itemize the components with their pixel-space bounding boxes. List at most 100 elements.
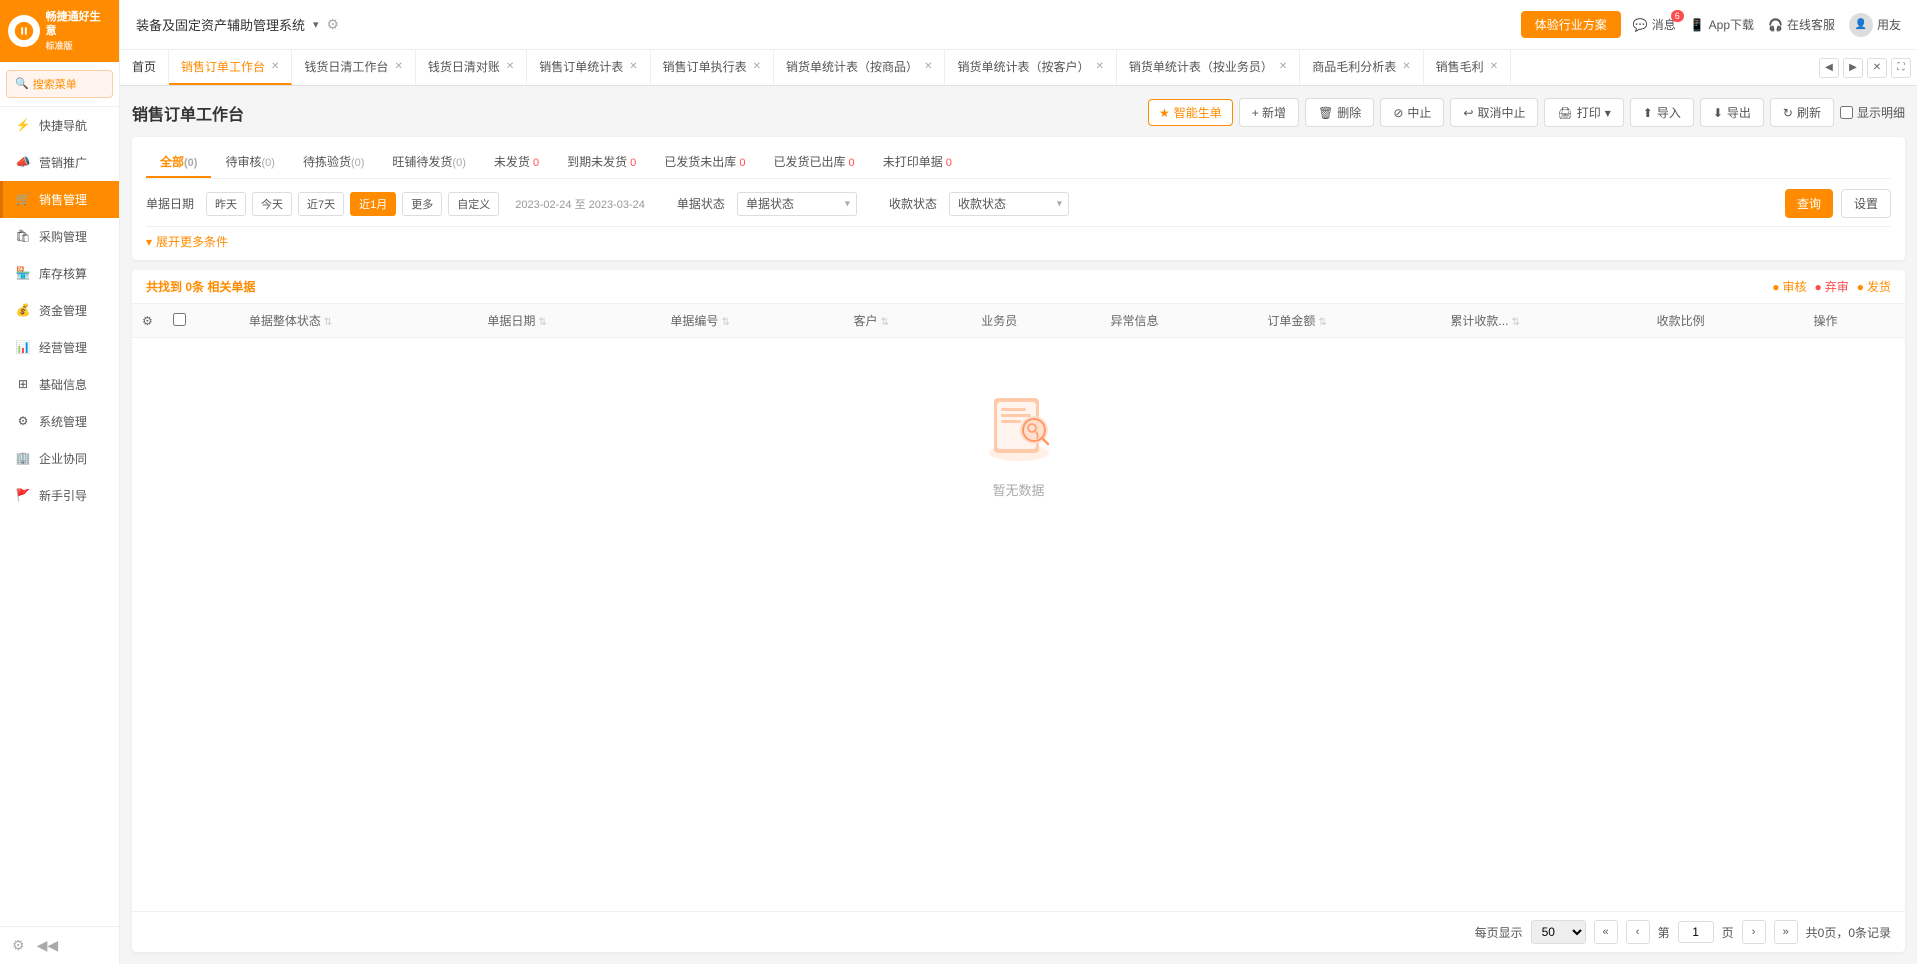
refresh-button[interactable]: ↻ 刷新 (1770, 98, 1834, 127)
tab-close-icon[interactable]: ✕ (506, 61, 514, 72)
table-count-prefix: 共找到 (146, 280, 185, 294)
tab-close-icon[interactable]: ✕ (1279, 61, 1287, 72)
sidebar-item-basic[interactable]: ⊞ 基础信息 (0, 366, 119, 403)
last-page-button[interactable]: » (1774, 920, 1798, 944)
tab-sales-stat-staff[interactable]: 销货单统计表（按业务员） ✕ (1117, 50, 1300, 85)
filter-tab-not-printed[interactable]: 未打印单据 0 (869, 147, 966, 178)
ship-action-link[interactable]: ● 发货 (1857, 278, 1891, 295)
date-7days-button[interactable]: 近7天 (298, 192, 344, 216)
page-input[interactable] (1678, 921, 1714, 943)
review-action-link[interactable]: ● 审核 (1772, 278, 1806, 295)
status-select[interactable]: 单据状态 (737, 192, 857, 216)
tab-sales-stat[interactable]: 销售订单统计表 ✕ (527, 50, 650, 85)
tab-close-icon[interactable]: ✕ (753, 61, 761, 72)
industry-solution-button[interactable]: 体验行业方案 (1521, 11, 1621, 38)
tab-close-icon[interactable]: ✕ (629, 61, 637, 72)
import-button[interactable]: ⬆ 导入 (1630, 98, 1694, 127)
message-button[interactable]: 💬 消息 6 (1633, 16, 1676, 33)
stop-button[interactable]: ⊘ 中止 (1380, 98, 1444, 127)
tab-close-icon[interactable]: ✕ (1490, 61, 1498, 72)
filter-tab-shipped-out[interactable]: 已发货已出库 0 (759, 147, 868, 178)
footer-collapse-icon[interactable]: ◀◀ (37, 937, 59, 954)
tab-next-button[interactable]: ▶ (1843, 58, 1863, 78)
tab-cash-daily[interactable]: 钱货日清工作台 ✕ (292, 50, 415, 85)
tab-sales-stat-prod[interactable]: 销货单统计表（按商品） ✕ (774, 50, 945, 85)
sidebar-item-enterprise[interactable]: 🏢 企业协同 (0, 440, 119, 477)
tab-sales-workbench[interactable]: 销售订单工作台 ✕ (169, 50, 292, 85)
show-detail-label[interactable]: 显示明细 (1840, 104, 1905, 121)
date-1month-button[interactable]: 近1月 (350, 192, 396, 216)
tab-close-icon[interactable]: ✕ (271, 61, 279, 72)
payment-select[interactable]: 收款状态 (949, 192, 1069, 216)
export-button[interactable]: ⬇ 导出 (1700, 98, 1764, 127)
tab-sales-stat-cust[interactable]: 销货单统计表（按客户） ✕ (945, 50, 1116, 85)
filter-tab-wangpu-pending[interactable]: 旺铺待发货(0) (378, 147, 479, 178)
new-button[interactable]: + 新增 (1239, 98, 1299, 127)
flag-icon: 🚩 (15, 487, 31, 503)
sidebar-item-label: 基础信息 (39, 376, 87, 393)
sidebar-item-inventory[interactable]: 🏪 库存核算 (0, 255, 119, 292)
tab-close-icon[interactable]: ✕ (1095, 61, 1103, 72)
tab-sales-exec[interactable]: 销售订单执行表 ✕ (651, 50, 774, 85)
tab-home[interactable]: 首页 (120, 50, 169, 85)
query-button[interactable]: 查询 (1785, 189, 1833, 218)
prev-page-button[interactable]: ‹ (1626, 920, 1650, 944)
per-page-select[interactable]: 10 20 50 100 (1531, 920, 1586, 944)
sidebar-item-purchase[interactable]: 🛍 采购管理 (0, 218, 119, 255)
gear-icon-topbar[interactable]: ⚙ (327, 16, 340, 33)
online-service-button[interactable]: 🎧 在线客服 (1768, 16, 1835, 33)
cancel-review-action-link[interactable]: ● 弃审 (1814, 278, 1848, 295)
tab-sales-profit[interactable]: 销售毛利 ✕ (1424, 50, 1511, 85)
date-today-button[interactable]: 今天 (252, 192, 292, 216)
print-button[interactable]: 🖨 打印 ▾ (1544, 98, 1623, 127)
settings-filter-button[interactable]: 设置 (1841, 189, 1891, 218)
status-filter-label: 单据状态 (677, 195, 725, 212)
sidebar-item-quick[interactable]: ⚡ 快捷导航 (0, 107, 119, 144)
sidebar: 畅捷通好生意 标准版 🔍 搜索菜单 ⚡ 快捷导航 📣 营销推广 🛒 销售管理 🛍… (0, 0, 120, 964)
sidebar-item-label: 营销推广 (39, 154, 87, 171)
sidebar-item-finance[interactable]: 💰 资金管理 (0, 292, 119, 329)
sidebar-item-newbie[interactable]: 🚩 新手引导 (0, 477, 119, 514)
show-detail-checkbox[interactable] (1840, 106, 1853, 119)
th-collected: 累计收款...⇅ (1440, 304, 1646, 338)
date-more-button[interactable]: 更多 (402, 192, 442, 216)
first-page-button[interactable]: « (1594, 920, 1618, 944)
filter-tab-overdue-not-shipped[interactable]: 到期未发货 0 (553, 147, 650, 178)
footer-settings-icon[interactable]: ⚙ (12, 937, 25, 954)
tab-gross-profit[interactable]: 商品毛利分析表 ✕ (1300, 50, 1423, 85)
sidebar-item-marketing[interactable]: 📣 营销推广 (0, 144, 119, 181)
filter-tab-not-shipped[interactable]: 未发货 0 (480, 147, 553, 178)
date-buttons-group: 昨天 今天 近7天 近1月 更多 自定义 (206, 192, 499, 216)
user-menu[interactable]: 👤 用友 (1849, 13, 1901, 37)
tab-expand-button[interactable]: ⛶ (1891, 58, 1911, 78)
next-page-button[interactable]: › (1742, 920, 1766, 944)
date-custom-button[interactable]: 自定义 (448, 192, 499, 216)
filter-tab-all[interactable]: 全部(0) (146, 147, 211, 178)
select-all-checkbox[interactable] (173, 313, 186, 326)
column-settings-icon[interactable]: ⚙ (142, 314, 153, 328)
tab-close-all-button[interactable]: ✕ (1867, 58, 1887, 78)
system-dropdown[interactable]: ▾ (313, 18, 319, 31)
tab-close-icon[interactable]: ✕ (924, 61, 932, 72)
tab-close-icon[interactable]: ✕ (394, 61, 402, 72)
per-page-label: 每页显示 (1475, 924, 1523, 941)
filter-tab-shipped-not-out[interactable]: 已发货未出库 0 (650, 147, 759, 178)
table-scroll-area[interactable]: ⚙ 单据整体状态⇅ 单据日期⇅ (132, 304, 1905, 911)
sidebar-item-sales[interactable]: 🛒 销售管理 (0, 181, 119, 218)
filter-tab-pending-review[interactable]: 待审核(0) (211, 147, 288, 178)
expand-filters-button[interactable]: ▾ 展开更多条件 (146, 233, 1891, 250)
tab-cash-reconcile[interactable]: 钱货日清对账 ✕ (416, 50, 527, 85)
cancel-stop-button[interactable]: ↩ 取消中止 (1450, 98, 1538, 127)
date-yesterday-button[interactable]: 昨天 (206, 192, 246, 216)
delete-icon: 🗑 (1318, 106, 1333, 120)
tab-label: 销售订单执行表 (663, 58, 747, 75)
smart-generate-button[interactable]: ★ 智能生单 (1148, 99, 1233, 126)
sidebar-item-system[interactable]: ⚙ 系统管理 (0, 403, 119, 440)
search-menu-button[interactable]: 🔍 搜索菜单 (6, 70, 113, 98)
sidebar-item-operation[interactable]: 📊 经营管理 (0, 329, 119, 366)
filter-tab-pending-inspect[interactable]: 待拣验货(0) (289, 147, 378, 178)
delete-button[interactable]: 🗑 删除 (1305, 98, 1374, 127)
tab-prev-button[interactable]: ◀ (1819, 58, 1839, 78)
app-download-button[interactable]: 📱 App下载 (1690, 16, 1754, 33)
tab-close-icon[interactable]: ✕ (1402, 61, 1410, 72)
